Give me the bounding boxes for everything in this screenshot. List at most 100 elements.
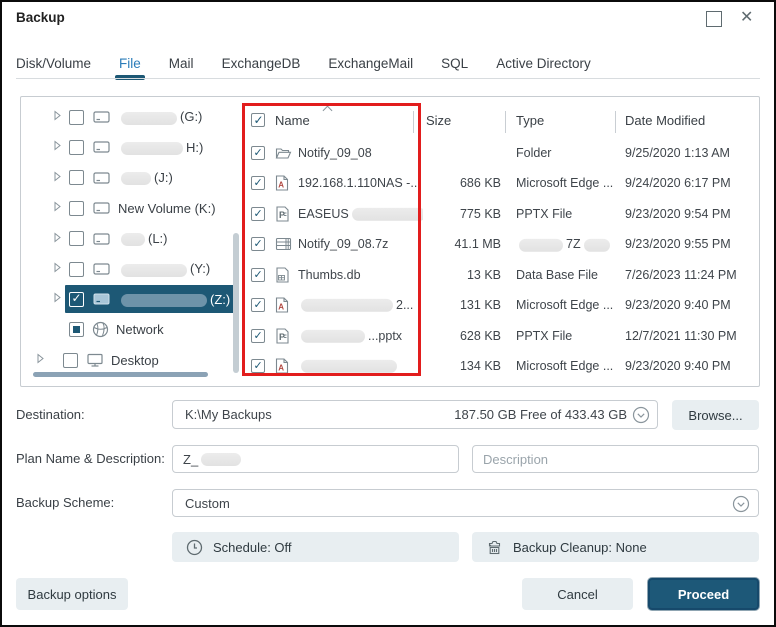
tab-exchangedb[interactable]: ExchangeDB [222,56,301,71]
tree-item-label: New Volume (K:) [118,201,216,216]
tree-item-network[interactable]: Network [21,315,243,345]
tab-file[interactable]: File [119,56,141,71]
file-size: 628 KB [411,329,501,343]
backup-options-button[interactable]: Backup options [16,578,128,610]
file-name [298,359,400,373]
file-type: Data Base File [516,268,621,282]
tree-item-z[interactable]: (Z:) [21,284,243,314]
file-type: PPTX File [516,329,621,343]
checkbox-checked[interactable] [251,329,265,343]
plan-name-input[interactable]: Z_ [172,445,459,473]
backup-cleanup-button[interactable]: Backup Cleanup: None [472,532,759,562]
tab-sql[interactable]: SQL [441,56,468,71]
checkbox-unchecked[interactable] [69,231,84,246]
tree-horizontal-scrollbar[interactable] [33,372,208,377]
checkbox-checked[interactable] [251,176,265,190]
sort-ascending-icon [323,106,333,116]
tree-item-label: Network [116,322,164,337]
tree-item-desktop[interactable]: Desktop [21,345,243,375]
maximize-icon[interactable] [706,11,722,27]
expander-icon[interactable] [53,230,63,248]
checkbox-unchecked[interactable] [69,170,84,185]
checkbox-unchecked[interactable] [63,353,78,368]
archive-file-icon [275,237,292,252]
plan-name-value: Z_ [183,452,198,467]
proceed-button[interactable]: Proceed [648,578,759,610]
svg-text:A: A [278,364,284,373]
expander-icon[interactable] [53,108,63,126]
table-row[interactable]: Notify_09_08Folder9/25/2020 1:13 AM [246,138,757,168]
checkbox-checked[interactable] [251,268,265,282]
chevron-down-icon[interactable] [732,495,750,513]
tree-vertical-scrollbar[interactable] [233,233,239,373]
tree-item-label: Desktop [111,353,159,368]
tree-item-j[interactable]: (J:) [21,163,243,193]
checkbox-checked[interactable] [69,292,84,307]
table-row[interactable]: P...pptx628 KBPPTX File12/7/2021 11:30 P… [246,321,757,351]
column-header-type[interactable]: Type [516,113,544,128]
checkbox-partial[interactable] [69,322,84,337]
tree-item-newvolumek[interactable]: New Volume (K:) [21,193,243,223]
edge-file-icon: A [275,358,289,375]
chevron-down-icon[interactable] [632,406,650,424]
table-row[interactable]: A134 KBMicrosoft Edge ...9/23/2020 9:40 … [246,351,757,381]
redacted-file-name [301,330,365,343]
checkbox-unchecked[interactable] [69,140,84,155]
description-input[interactable] [472,445,759,473]
close-icon[interactable]: ✕ [740,8,753,28]
table-row[interactable]: PEASEUS775 KBPPTX File9/23/2020 9:54 PM [246,199,757,229]
tree-item-label: (Y:) [118,261,210,276]
column-divider[interactable] [505,111,506,133]
backup-scheme-select[interactable]: Custom [172,489,759,517]
browse-button[interactable]: Browse... [672,400,759,430]
select-all-checkbox[interactable] [251,113,265,127]
table-row[interactable]: A192.168.1.110NAS -...686 KBMicrosoft Ed… [246,168,757,198]
file-type: Microsoft Edge ... [516,298,621,312]
tree-item-h[interactable]: H:) [21,132,243,162]
expander-icon[interactable] [53,290,63,308]
expander-icon[interactable] [53,138,63,156]
tab-exchangemail[interactable]: ExchangeMail [328,56,413,71]
column-divider[interactable] [615,111,616,133]
redacted-drive-name [121,294,207,307]
checkbox-unchecked[interactable] [69,110,84,125]
tree-item-label: (L:) [118,231,168,246]
checkbox-checked[interactable] [251,146,265,160]
table-row[interactable]: A2...131 KBMicrosoft Edge ...9/23/2020 9… [246,290,757,320]
edge-file-icon: A [275,175,289,192]
tab-disk-volume[interactable]: Disk/Volume [16,56,91,71]
file-size: 134 KB [411,359,501,373]
tab-active-directory[interactable]: Active Directory [496,56,591,71]
destination-combobox[interactable]: K:\My Backups 187.50 GB Free of 433.43 G… [172,400,658,429]
table-row[interactable]: Thumbs.db13 KBData Base File7/26/2023 11… [246,260,757,290]
expander-icon[interactable] [53,169,63,187]
checkbox-checked[interactable] [251,359,265,373]
column-divider[interactable] [413,111,414,133]
column-header-name[interactable]: Name [275,113,310,128]
checkbox-checked[interactable] [251,237,265,251]
cancel-button[interactable]: Cancel [522,578,633,610]
tree-item-g[interactable]: (G:) [21,102,243,132]
checkbox-unchecked[interactable] [69,262,84,277]
file-type: 7Z [516,237,621,251]
expander-icon[interactable] [53,199,63,217]
checkbox-unchecked[interactable] [69,201,84,216]
file-list-header: Name Size Type Date Modified [246,109,757,135]
file-name: 192.168.1.110NAS -... [298,176,421,190]
checkbox-checked[interactable] [251,207,265,221]
db-file-icon [275,266,290,283]
tree-item-l[interactable]: (L:) [21,224,243,254]
backup-dialog: Backup ✕ Disk/VolumeFileMailExchangeDBEx… [0,0,776,627]
column-header-date[interactable]: Date Modified [625,113,705,128]
expander-icon[interactable] [36,351,46,369]
tree-item-label: H:) [118,140,203,155]
column-header-size[interactable]: Size [426,113,451,128]
checkbox-checked[interactable] [251,298,265,312]
redacted-drive-name [121,264,187,277]
expander-icon[interactable] [53,260,63,278]
tree-item-y[interactable]: (Y:) [21,254,243,284]
table-row[interactable]: Notify_09_08.7z41.1 MB7Z9/23/2020 9:55 P… [246,229,757,259]
schedule-button[interactable]: Schedule: Off [172,532,459,562]
destination-free-space: 187.50 GB Free of 433.43 GB [454,407,627,422]
tab-mail[interactable]: Mail [169,56,194,71]
